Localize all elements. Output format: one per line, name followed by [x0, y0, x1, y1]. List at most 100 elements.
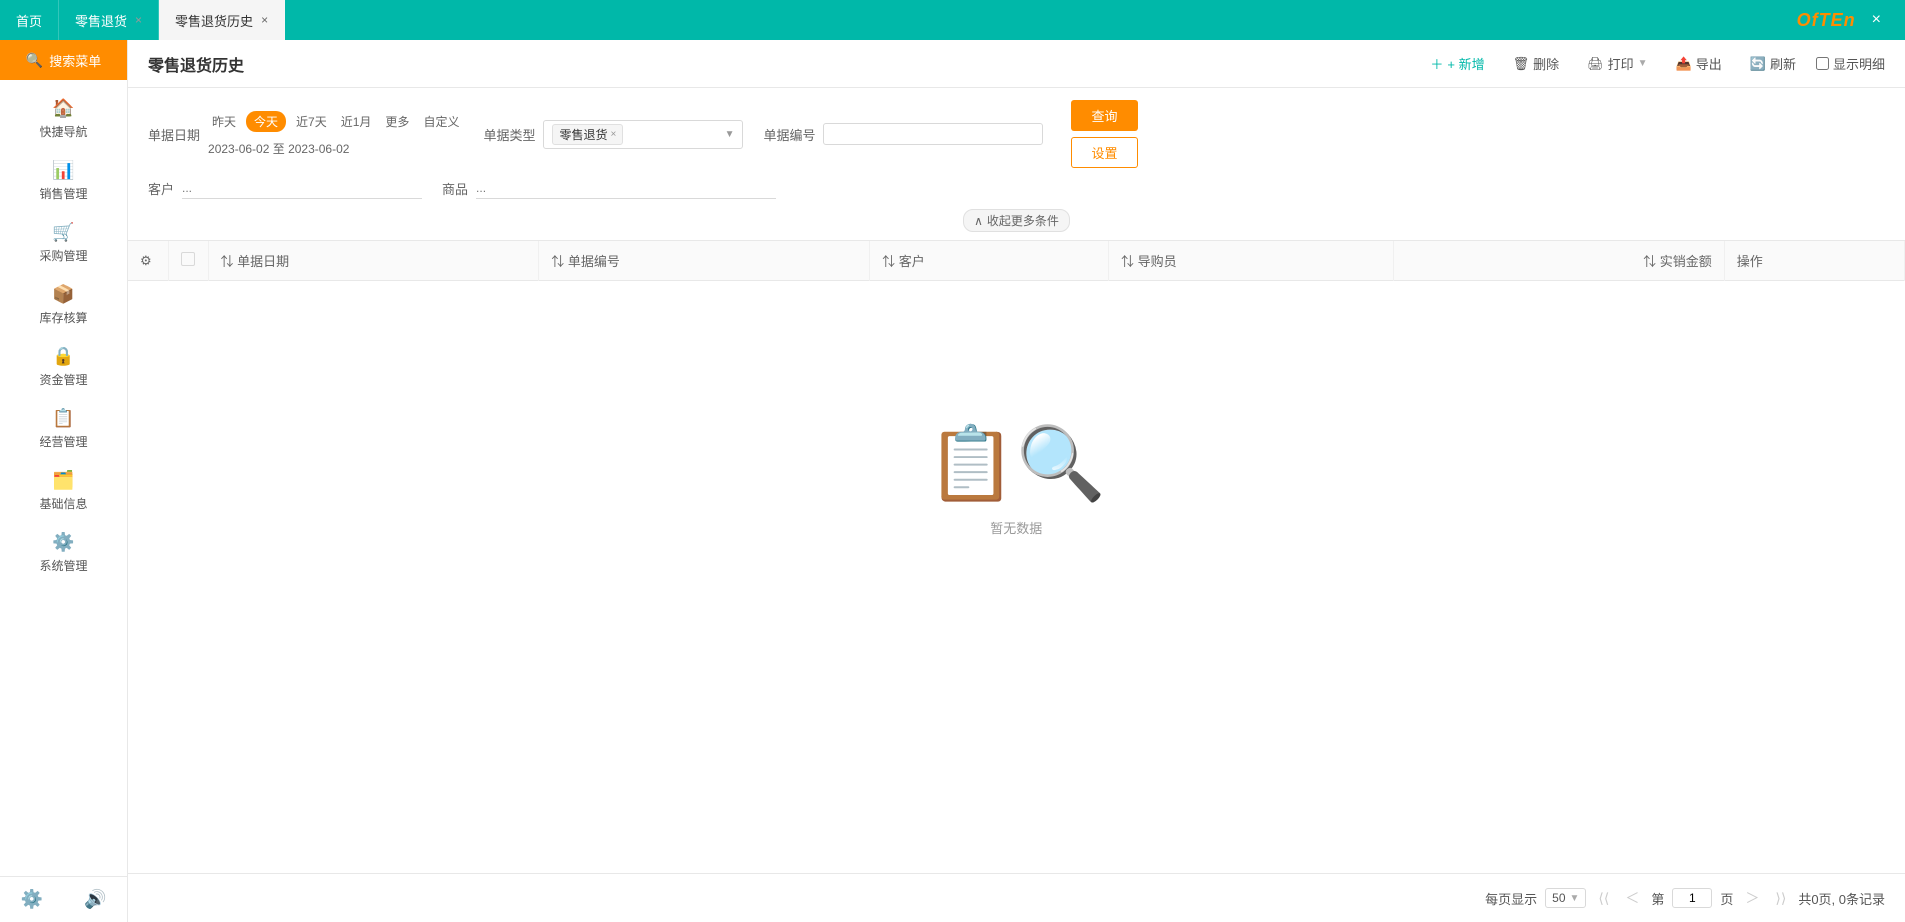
- select-all-checkbox[interactable]: [181, 252, 195, 266]
- per-page-select[interactable]: 50 ▼: [1545, 888, 1586, 908]
- data-table: ⚙ ⇅ 单据日期 ⇅ 单据编号 ⇅ 客户: [128, 241, 1905, 677]
- th-customer[interactable]: ⇅ 客户: [870, 241, 1109, 281]
- shortcut-yesterday[interactable]: 昨天: [208, 111, 240, 132]
- print-label: 打印: [1608, 54, 1634, 73]
- shortcut-1month[interactable]: 近1月: [337, 111, 376, 132]
- per-page-value: 50: [1552, 891, 1565, 905]
- empty-text: 暂无数据: [990, 518, 1042, 537]
- sidebar-item-basic-info[interactable]: 🗂️ 基础信息: [0, 460, 127, 522]
- tab-home-label: 首页: [16, 11, 42, 30]
- show-detail-checkbox[interactable]: 显示明细: [1816, 54, 1885, 73]
- th-actual-amount-label: ⇅ 实销金额: [1643, 254, 1712, 269]
- tab-retail-return-close[interactable]: ×: [135, 13, 142, 27]
- tab-retail-return-history-close[interactable]: ×: [261, 13, 268, 27]
- sidebar-item-quick-nav[interactable]: 🏠 快捷导航: [0, 88, 127, 150]
- goods-input[interactable]: [476, 178, 776, 199]
- next-page-button[interactable]: ＞: [1741, 886, 1763, 910]
- bill-type-filter-item: 单据类型 零售退货 × ▼: [483, 120, 743, 149]
- date-filter-item: 单据日期 昨天 今天 近7天 近1月 更多 自定义 2023-06-02 至 2…: [148, 111, 463, 157]
- shortcut-7days[interactable]: 近7天: [292, 111, 331, 132]
- page-title: 零售退货历史: [148, 52, 244, 76]
- window-close-button[interactable]: ×: [1864, 11, 1889, 29]
- volume-icon[interactable]: 🔊: [84, 889, 106, 910]
- main-layout: 🔍 搜索菜单 🏠 快捷导航 📊 销售管理 🛒 采购管理 📦 库存核算 🔒: [0, 40, 1905, 922]
- sidebar-item-finance[interactable]: 🔒 资金管理: [0, 336, 127, 398]
- topbar-right: OfTEn ×: [1797, 10, 1905, 31]
- sidebar-item-quick-nav-label: 快捷导航: [39, 123, 87, 140]
- page-label: 第: [1651, 889, 1664, 908]
- filter-area: 单据日期 昨天 今天 近7天 近1月 更多 自定义 2023-06-02 至 2…: [128, 88, 1905, 241]
- brand-logo: OfTEn: [1797, 10, 1856, 31]
- tab-retail-return-history-label: 零售退货历史: [175, 11, 253, 30]
- goods-label: 商品: [442, 179, 468, 198]
- top-bar: 首页 零售退货 × 零售退货历史 × OfTEn ×: [0, 0, 1905, 40]
- date-filter-label: 单据日期: [148, 125, 200, 144]
- page-actions: ＋ + 新增 🗑 删除 🖨 打印 ▼ 📤 导出 🔄: [1422, 50, 1885, 77]
- quick-nav-icon: 🏠: [52, 98, 74, 119]
- empty-illustration: 📋🔍: [927, 421, 1106, 506]
- shortcut-more[interactable]: 更多: [381, 111, 413, 132]
- customer-label: 客户: [148, 179, 174, 198]
- export-button[interactable]: 📤 导出: [1668, 50, 1730, 77]
- bill-type-select[interactable]: 零售退货 × ▼: [543, 120, 743, 149]
- sidebar-item-inventory[interactable]: 📦 库存核算: [0, 274, 127, 336]
- settings-bottom-icon[interactable]: ⚙️: [21, 889, 43, 910]
- collapse-button[interactable]: ∧ 收起更多条件: [963, 209, 1070, 232]
- customer-input[interactable]: [182, 178, 422, 199]
- sidebar-search[interactable]: 🔍 搜索菜单: [0, 40, 127, 80]
- query-button[interactable]: 查询: [1071, 100, 1137, 131]
- operations-icon: 📋: [52, 408, 74, 429]
- th-guide[interactable]: ⇅ 导购员: [1109, 241, 1394, 281]
- tab-retail-return[interactable]: 零售退货 ×: [59, 0, 159, 40]
- sidebar: 🔍 搜索菜单 🏠 快捷导航 📊 销售管理 🛒 采购管理 📦 库存核算 🔒: [0, 40, 128, 922]
- th-actual-amount[interactable]: ⇅ 实销金额: [1393, 241, 1724, 281]
- sidebar-item-operations[interactable]: 📋 经营管理: [0, 398, 127, 460]
- inventory-icon: 📦: [52, 284, 74, 305]
- sidebar-item-basic-info-label: 基础信息: [39, 495, 87, 512]
- bill-type-tag-value: 零售退货: [559, 126, 607, 143]
- print-icon: 🖨: [1587, 56, 1604, 72]
- page-number-input[interactable]: [1672, 888, 1712, 908]
- sidebar-item-system[interactable]: ⚙️ 系统管理: [0, 522, 127, 584]
- last-page-button[interactable]: ⟩⟩: [1771, 888, 1790, 909]
- sales-mgmt-icon: 📊: [52, 160, 74, 181]
- shortcut-custom[interactable]: 自定义: [419, 111, 463, 132]
- filter-row-2: 客户 商品: [148, 178, 1885, 199]
- print-button[interactable]: 🖨 打印 ▼: [1579, 50, 1655, 77]
- th-bill-date[interactable]: ⇅ 单据日期: [208, 241, 539, 281]
- sidebar-item-sales-mgmt[interactable]: 📊 销售管理: [0, 150, 127, 212]
- table-container: ⚙ ⇅ 单据日期 ⇅ 单据编号 ⇅ 客户: [128, 241, 1905, 873]
- show-detail-input[interactable]: [1816, 57, 1829, 70]
- delete-icon: 🗑: [1513, 56, 1530, 72]
- settings-button[interactable]: 设置: [1071, 137, 1137, 168]
- tab-home[interactable]: 首页: [0, 0, 59, 40]
- table-settings-icon[interactable]: ⚙: [140, 253, 152, 268]
- th-bill-no[interactable]: ⇅ 单据编号: [539, 241, 870, 281]
- shortcut-today[interactable]: 今天: [246, 111, 286, 132]
- sidebar-bottom: ⚙️ 🔊: [0, 876, 127, 922]
- th-guide-label: ⇅ 导购员: [1121, 254, 1177, 269]
- th-customer-label: ⇅ 客户: [882, 254, 925, 269]
- sidebar-item-operations-label: 经营管理: [39, 433, 87, 450]
- collapse-row: ∧ 收起更多条件: [148, 209, 1885, 232]
- empty-state: 📋🔍 暂无数据: [128, 341, 1905, 617]
- bill-no-input[interactable]: [823, 123, 1043, 145]
- goods-filter-item: 商品: [442, 178, 776, 199]
- th-checkbox: [168, 241, 208, 281]
- bill-type-tag-close[interactable]: ×: [610, 129, 616, 140]
- new-label: + 新增: [1447, 54, 1484, 73]
- sidebar-item-purchase-mgmt[interactable]: 🛒 采购管理: [0, 212, 127, 274]
- refresh-button[interactable]: 🔄 刷新: [1742, 50, 1804, 77]
- tab-retail-return-history[interactable]: 零售退货历史 ×: [159, 0, 285, 40]
- basic-info-icon: 🗂️: [52, 470, 74, 491]
- prev-page-button[interactable]: ＜: [1621, 886, 1643, 910]
- bill-type-label: 单据类型: [483, 125, 535, 144]
- bill-no-label: 单据编号: [763, 125, 815, 144]
- sidebar-item-system-label: 系统管理: [39, 557, 87, 574]
- filter-actions: 查询 设置: [1071, 100, 1137, 168]
- first-page-button[interactable]: ⟨⟨: [1594, 888, 1613, 909]
- tab-retail-return-label: 零售退货: [75, 11, 127, 30]
- delete-button[interactable]: 🗑 删除: [1505, 50, 1568, 77]
- new-button[interactable]: ＋ + 新增: [1422, 50, 1492, 77]
- date-shortcuts: 昨天 今天 近7天 近1月 更多 自定义: [208, 111, 463, 132]
